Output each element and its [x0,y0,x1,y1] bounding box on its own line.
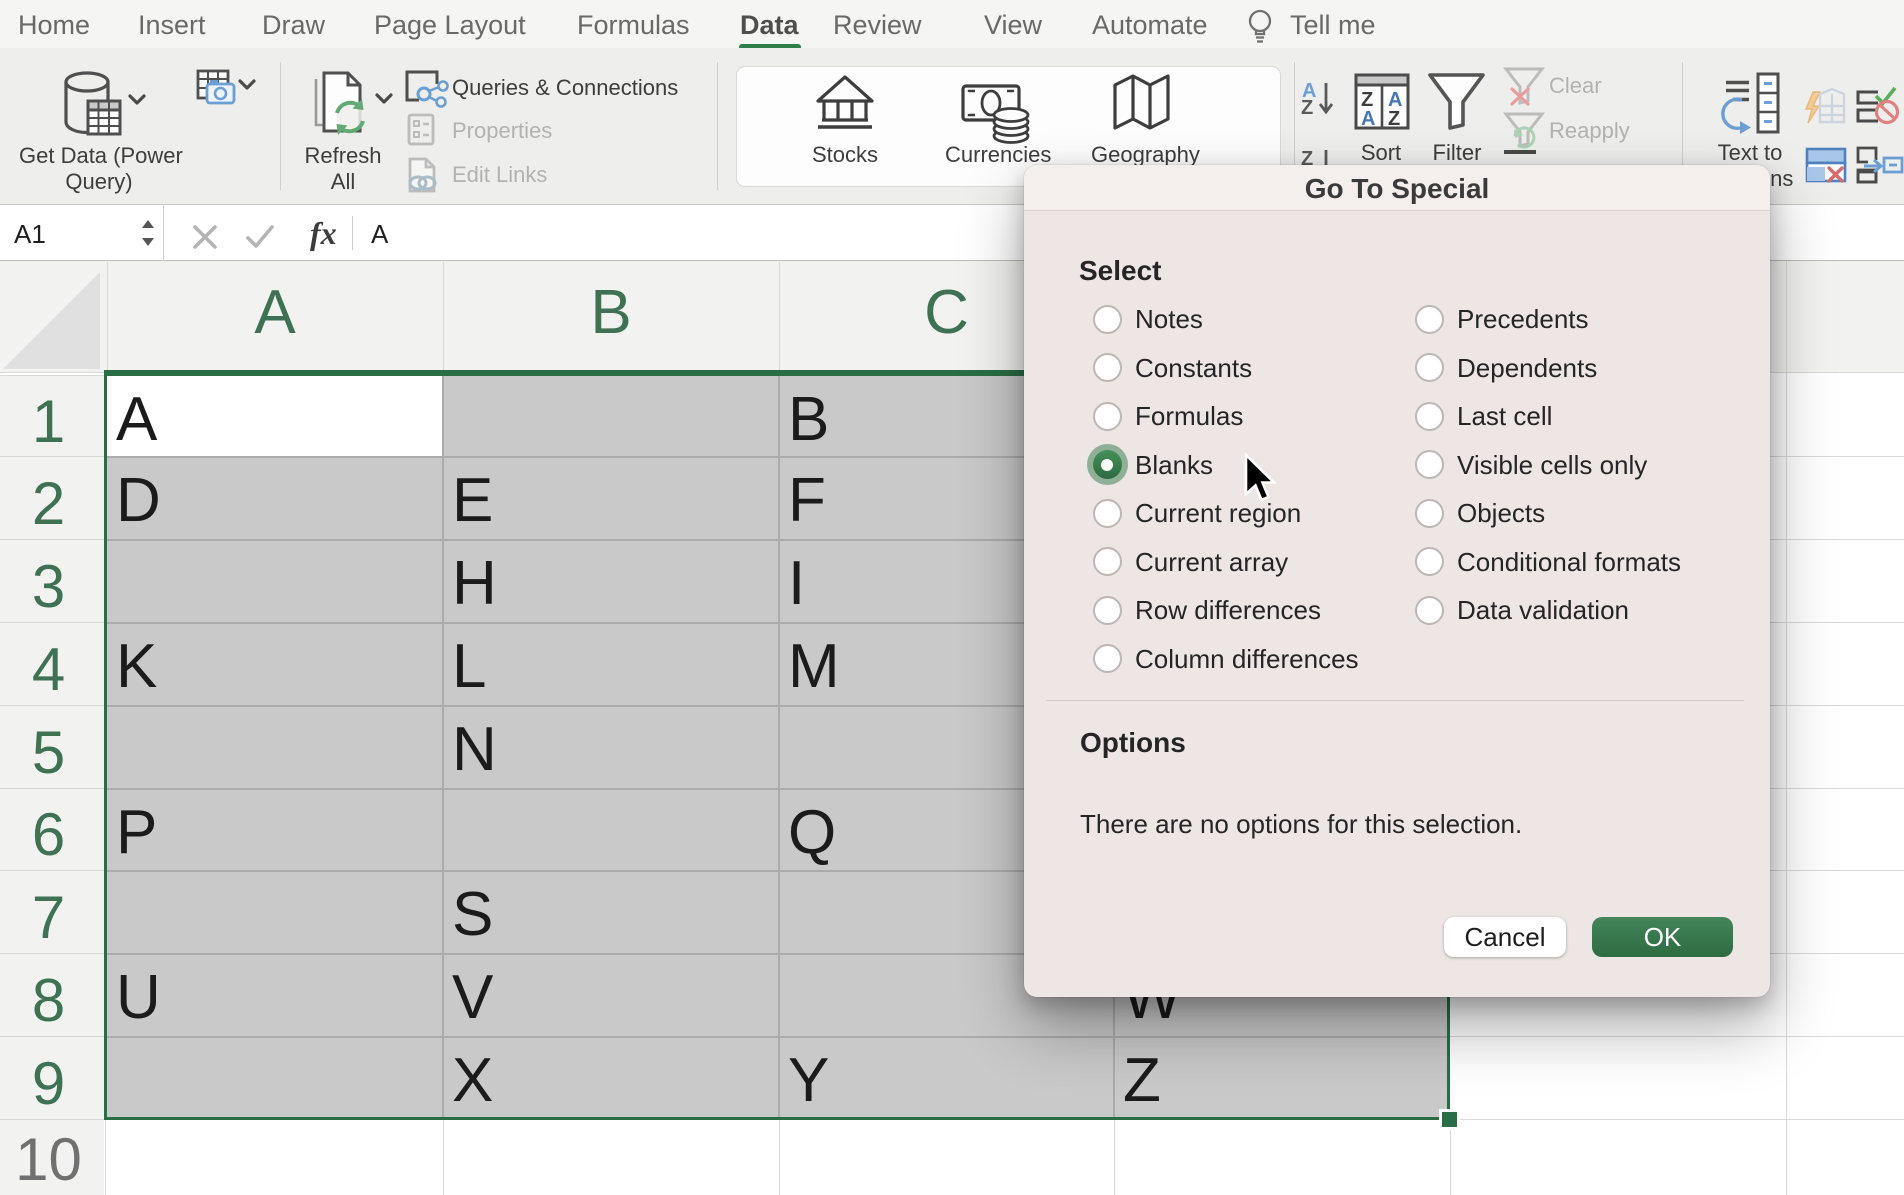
svg-text:Z: Z [1388,108,1400,130]
svg-text:Z: Z [1301,97,1313,119]
svg-text:A: A [1361,108,1375,130]
